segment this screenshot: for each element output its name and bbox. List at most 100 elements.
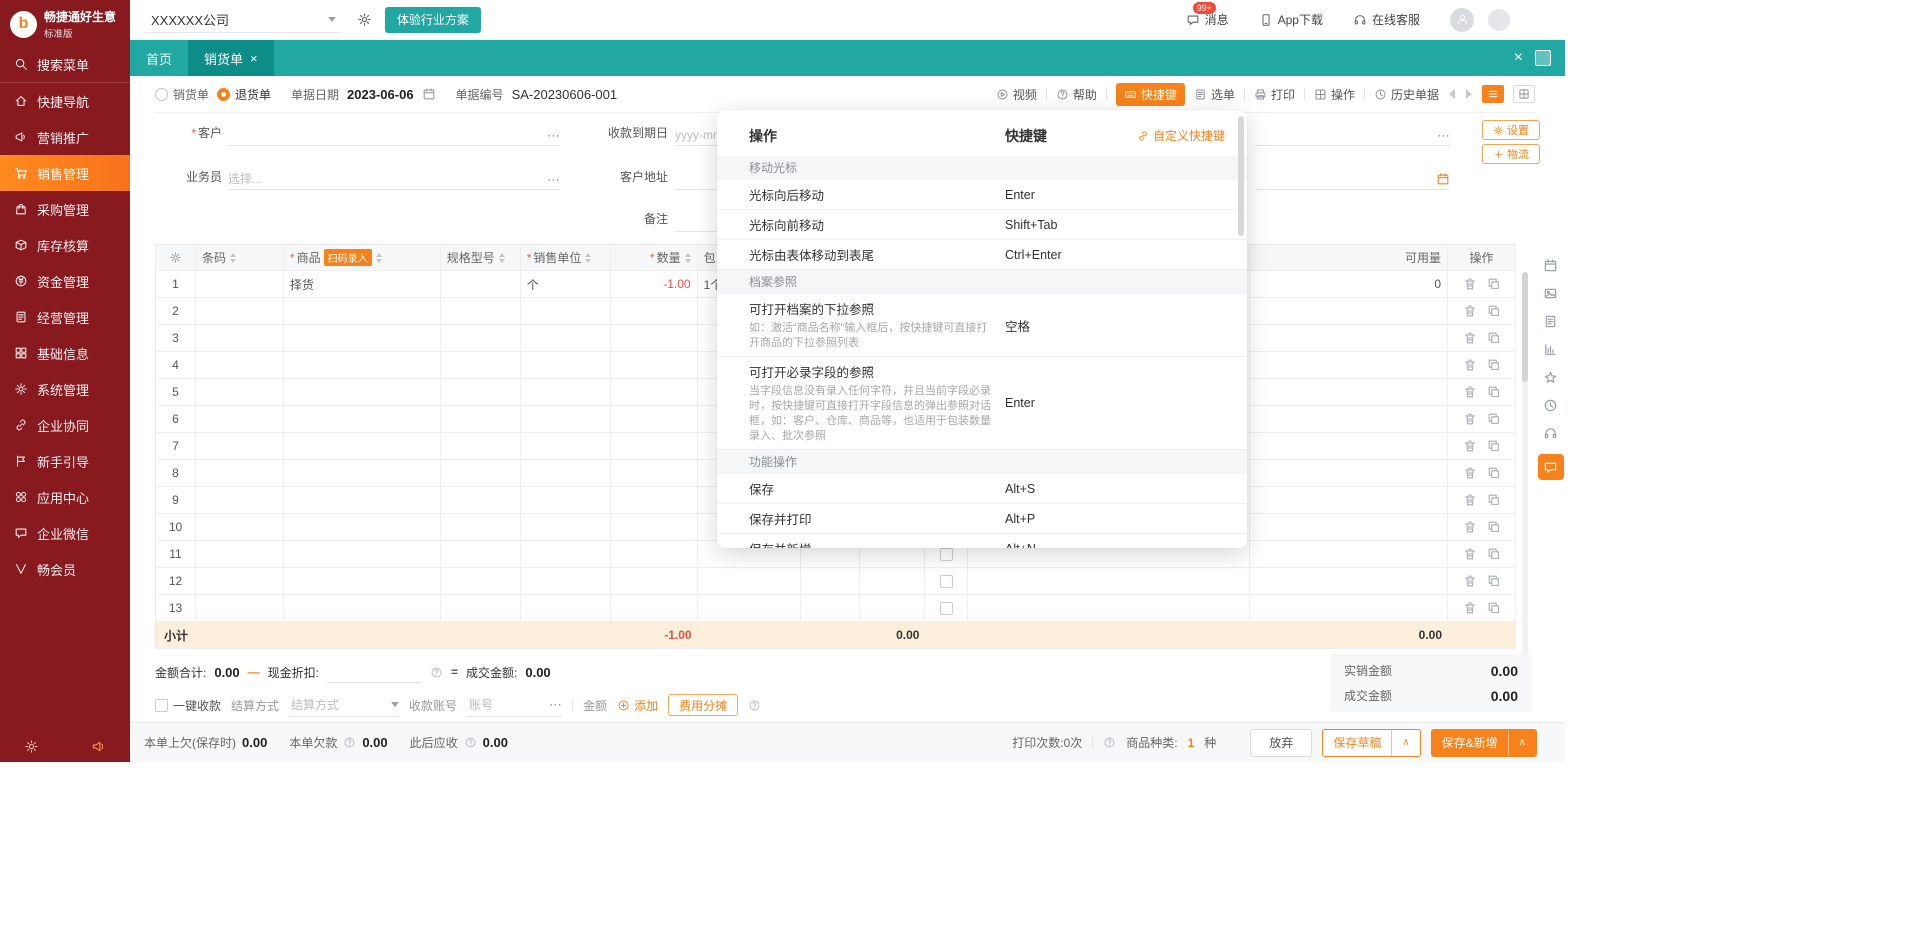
scan-entry-badge[interactable]: 扫码录入 <box>323 249 372 266</box>
sidebar-item-库存核算[interactable]: 库存核算 <box>0 227 130 263</box>
cell-product[interactable] <box>284 325 441 351</box>
headset-icon[interactable] <box>1543 426 1558 441</box>
cell-unit[interactable] <box>521 541 611 567</box>
cell-amount[interactable] <box>860 595 926 621</box>
delete-row-icon[interactable] <box>1463 547 1477 561</box>
grid-view-toggle[interactable] <box>1513 85 1535 103</box>
cell-price[interactable] <box>801 595 861 621</box>
salesman-input[interactable] <box>228 172 547 186</box>
cell-spec[interactable] <box>441 487 521 513</box>
list-view-toggle[interactable] <box>1482 85 1504 103</box>
help-icon[interactable] <box>343 736 356 749</box>
sort-icon[interactable] <box>585 252 592 263</box>
copy-row-icon[interactable] <box>1487 385 1501 399</box>
settings-button[interactable]: 设置 <box>1482 120 1540 140</box>
copy-row-icon[interactable] <box>1487 493 1501 507</box>
cell-spec[interactable] <box>441 352 521 378</box>
close-tab-icon[interactable]: × <box>250 51 258 66</box>
column-spec[interactable]: 规格型号 <box>441 245 521 270</box>
column-available[interactable]: 可用量 <box>1250 245 1449 270</box>
sort-icon[interactable] <box>230 252 236 263</box>
cell-unit[interactable] <box>521 487 611 513</box>
sort-icon[interactable] <box>498 252 505 263</box>
extra-field-1[interactable]: ⋯ <box>1255 120 1450 146</box>
gift-checkbox[interactable] <box>939 574 953 588</box>
cell-spec[interactable] <box>441 325 521 351</box>
column-product[interactable]: * 商品 扫码录入 <box>284 245 441 270</box>
checkbox-icon[interactable] <box>155 698 168 712</box>
cell-amount[interactable] <box>860 568 926 594</box>
cell-package[interactable] <box>698 595 801 621</box>
discount-input[interactable] <box>327 661 422 682</box>
cell-barcode[interactable] <box>196 325 284 351</box>
cell-package[interactable] <box>698 568 801 594</box>
sidebar-item-系统管理[interactable]: 系统管理 <box>0 371 130 407</box>
close-icon[interactable]: × <box>1514 50 1523 66</box>
cell-qty[interactable] <box>611 541 698 567</box>
gift-checkbox[interactable] <box>939 601 953 615</box>
cell-unit[interactable] <box>521 514 611 540</box>
sidebar-item-销售管理[interactable]: 销售管理 <box>0 155 130 191</box>
copy-row-icon[interactable] <box>1487 574 1501 588</box>
document-icon[interactable] <box>1543 314 1558 329</box>
salesman-field[interactable]: ⋯ <box>228 164 560 190</box>
extra-field-2[interactable] <box>1255 164 1450 190</box>
account-field[interactable]: ⋯ <box>467 694 563 717</box>
cell-qty[interactable] <box>611 406 698 432</box>
cell-product[interactable] <box>284 379 441 405</box>
clock-icon[interactable] <box>1543 398 1558 413</box>
app-download-button[interactable]: App下载 <box>1259 11 1323 28</box>
help-icon[interactable] <box>464 736 477 749</box>
cell-warehouse[interactable] <box>968 568 1251 594</box>
delete-row-icon[interactable] <box>1463 304 1477 318</box>
cell-qty[interactable] <box>611 514 698 540</box>
avatar-secondary[interactable] <box>1488 8 1510 31</box>
cell-spec[interactable] <box>441 568 521 594</box>
cell-product[interactable] <box>284 406 441 432</box>
cell-product[interactable] <box>284 541 441 567</box>
cell-product[interactable] <box>284 514 441 540</box>
sidebar-item-经营管理[interactable]: 经营管理 <box>0 299 130 335</box>
cell-product[interactable] <box>284 595 441 621</box>
cell-barcode[interactable] <box>196 433 284 459</box>
sidebar-item-企业协同[interactable]: 企业协同 <box>0 407 130 443</box>
messages-button[interactable]: 99+ 消息 <box>1186 2 1229 28</box>
cell-qty[interactable] <box>611 379 698 405</box>
help-icon[interactable] <box>748 699 761 712</box>
cell-product[interactable] <box>284 460 441 486</box>
image-icon[interactable] <box>1543 286 1558 301</box>
delete-row-icon[interactable] <box>1463 601 1477 615</box>
save-and-new-button[interactable]: 保存&新增 ∧ <box>1430 728 1537 757</box>
settle-input[interactable] <box>289 696 389 713</box>
sidebar-item-采购管理[interactable]: 采购管理 <box>0 191 130 227</box>
cell-unit[interactable] <box>521 433 611 459</box>
cell-qty[interactable] <box>611 352 698 378</box>
delete-row-icon[interactable] <box>1463 277 1477 291</box>
tab-panel-icon[interactable] <box>1535 50 1551 66</box>
cell-qty[interactable] <box>611 460 698 486</box>
column-barcode[interactable]: 条码 <box>196 245 284 270</box>
cell-unit[interactable] <box>521 406 611 432</box>
cell-unit[interactable]: 个 <box>521 271 611 297</box>
copy-row-icon[interactable] <box>1487 520 1501 534</box>
cell-barcode[interactable] <box>196 406 284 432</box>
settings-gear-icon[interactable] <box>357 12 372 27</box>
trial-solution-button[interactable]: 体验行业方案 <box>385 6 482 33</box>
copy-row-icon[interactable] <box>1487 439 1501 453</box>
copy-row-icon[interactable] <box>1487 304 1501 318</box>
delete-row-icon[interactable] <box>1463 331 1477 345</box>
delete-row-icon[interactable] <box>1463 385 1477 399</box>
cell-spec[interactable] <box>441 514 521 540</box>
cell-spec[interactable] <box>441 271 521 297</box>
column-qty[interactable]: * 数量 <box>611 245 698 270</box>
cell-warehouse[interactable] <box>968 595 1251 621</box>
cell-barcode[interactable] <box>196 379 284 405</box>
cell-barcode[interactable] <box>196 514 284 540</box>
gear-icon[interactable] <box>24 739 39 754</box>
pick-order-button[interactable]: 选单 <box>1194 86 1235 103</box>
cell-unit[interactable] <box>521 379 611 405</box>
chevron-up-icon[interactable]: ∧ <box>1509 737 1536 748</box>
sidebar-item-畅会员[interactable]: 畅会员 <box>0 551 130 587</box>
calendar-icon[interactable] <box>422 87 436 101</box>
sidebar-item-基础信息[interactable]: 基础信息 <box>0 335 130 371</box>
